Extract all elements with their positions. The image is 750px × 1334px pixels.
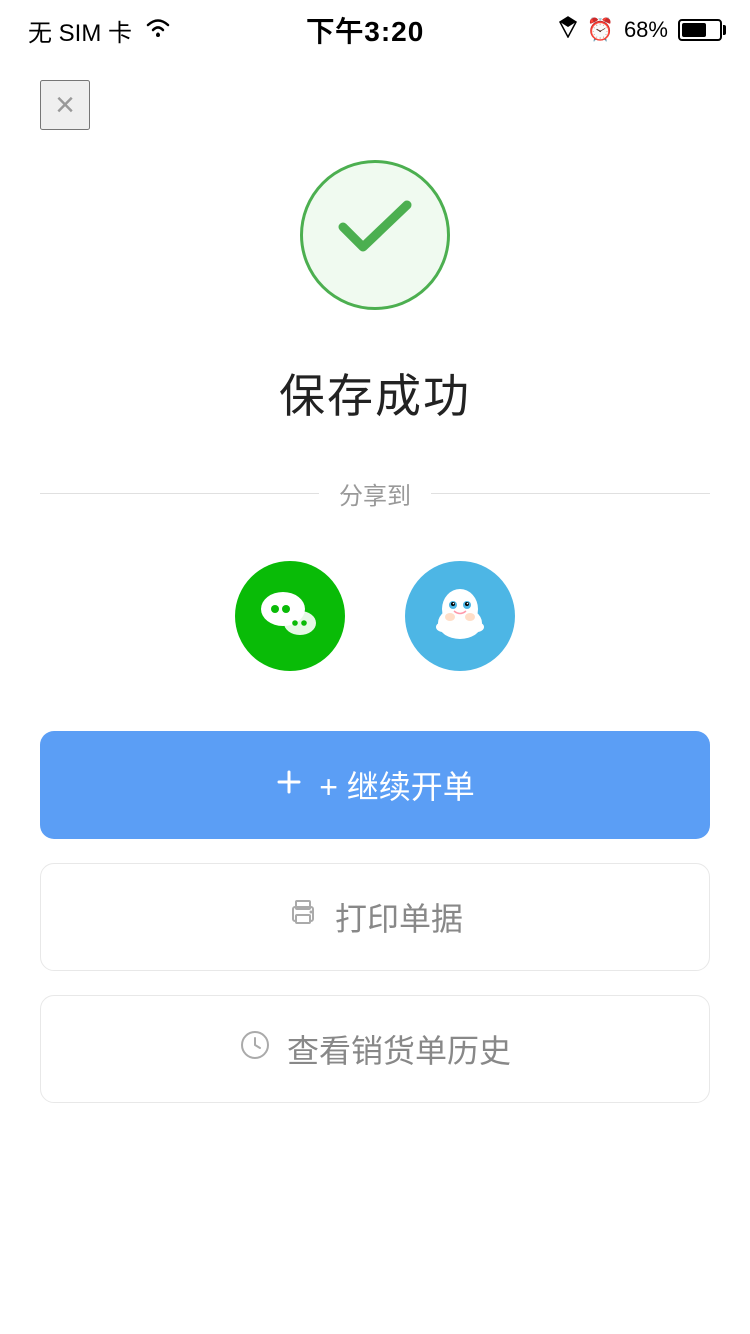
location-icon <box>559 16 577 44</box>
plus-icon <box>275 767 303 804</box>
divider-right <box>431 493 710 494</box>
success-title: 保存成功 <box>279 360 471 426</box>
success-circle <box>300 160 450 310</box>
close-button[interactable]: × <box>40 80 90 130</box>
qq-icon <box>430 581 490 652</box>
print-label: 打印单据 <box>335 894 463 940</box>
share-label: 分享到 <box>319 476 431 511</box>
success-section: 保存成功 <box>40 80 710 426</box>
print-button[interactable]: 打印单据 <box>40 863 710 971</box>
share-divider: 分享到 <box>40 476 710 511</box>
checkmark-icon <box>335 193 415 273</box>
wechat-icon <box>258 587 323 645</box>
status-time: 下午3:20 <box>306 10 424 50</box>
no-sim-text: 无 SIM 卡 <box>28 13 132 48</box>
continue-order-button[interactable]: + 继续开单 <box>40 731 710 839</box>
status-left: 无 SIM 卡 <box>28 13 172 48</box>
share-section: 分享到 <box>40 476 710 671</box>
close-icon: × <box>55 88 75 122</box>
battery-icon-container <box>678 19 722 41</box>
continue-order-label: + 继续开单 <box>319 762 475 808</box>
alarm-icon: ⏰ <box>587 17 614 43</box>
battery-fill <box>682 23 706 37</box>
history-button[interactable]: 查看销货单历史 <box>40 995 710 1103</box>
wechat-share-button[interactable] <box>235 561 345 671</box>
qq-share-button[interactable] <box>405 561 515 671</box>
battery-icon <box>678 19 722 41</box>
wifi-icon <box>144 16 172 45</box>
divider-left <box>40 493 319 494</box>
share-icons <box>40 561 710 671</box>
history-label: 查看销货单历史 <box>287 1026 511 1072</box>
status-bar: 无 SIM 卡 下午3:20 ⏰ 68% <box>0 0 750 60</box>
main-content: × 保存成功 分享到 <box>0 60 750 1163</box>
action-buttons: + 继续开单 打印单据 查看销货单历史 <box>40 731 710 1103</box>
history-icon <box>239 1029 271 1069</box>
print-icon <box>287 897 319 937</box>
battery-percent: 68% <box>624 17 668 43</box>
status-right: ⏰ 68% <box>559 16 722 44</box>
